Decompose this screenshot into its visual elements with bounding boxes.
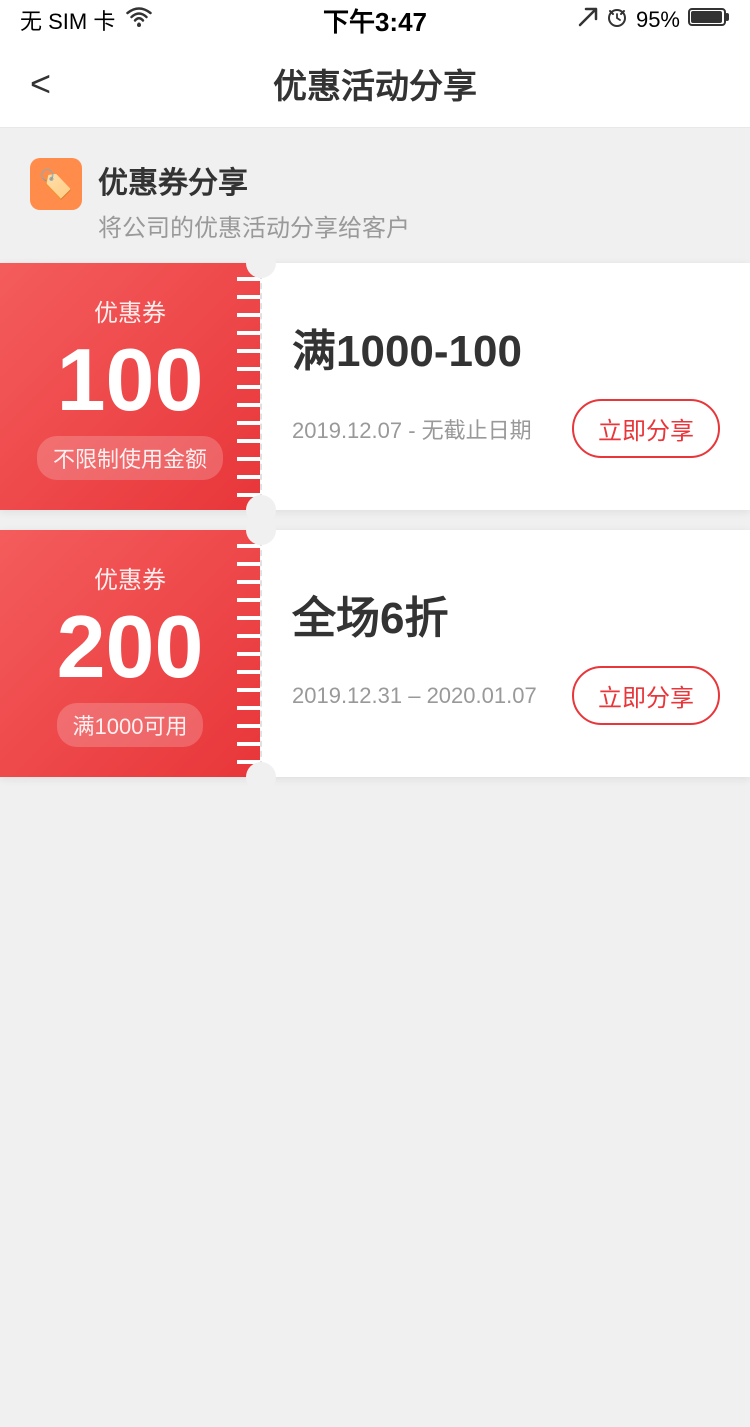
coupon-share-button-0[interactable]: 立即分享 [572,399,720,458]
wifi-icon [125,6,153,34]
section-text: 优惠券分享 将公司的优惠活动分享给客户 [98,158,410,243]
coupon-right-0: 满1000-100 2019.12.07 - 无截止日期 立即分享 [262,263,750,510]
coupon-left-1: 优惠券 200 满1000可用 [0,530,260,777]
coupon-emoji-icon: 🏷️ [39,168,74,201]
coupon-right-1: 全场6折 2019.12.31 – 2020.01.07 立即分享 [262,530,750,777]
section-description: 将公司的优惠活动分享给客户 [98,208,410,243]
coupon-label-0: 优惠券 [94,293,166,328]
coupon-title-0: 满1000-100 [292,315,720,379]
coupon-condition-0: 不限制使用金额 [37,436,223,480]
coupon-date-0: 2019.12.07 - 无截止日期 [292,413,532,445]
status-bar: 无 SIM 卡 下午3:47 95% [0,0,750,40]
section-icon: 🏷️ [30,158,82,210]
status-time: 下午3:47 [323,2,427,39]
back-button[interactable]: < [30,63,51,105]
coupon-amount-0: 100 [57,336,204,424]
alarm-icon [606,6,628,34]
coupon-divider-1 [260,530,262,777]
coupon-card: 优惠券 200 满1000可用 全场6折 2019.12.31 – 2020.0… [0,530,750,777]
nav-title: 优惠活动分享 [273,59,477,108]
coupon-card: 优惠券 100 不限制使用金额 满1000-100 2019.12.07 - 无… [0,263,750,510]
empty-area [0,827,750,1427]
location-icon [578,7,598,33]
coupon-share-button-1[interactable]: 立即分享 [572,666,720,725]
carrier-text: 无 SIM 卡 [20,4,115,36]
coupon-title-1: 全场6折 [292,582,720,646]
coupon-footer-1: 2019.12.31 – 2020.01.07 立即分享 [292,666,720,725]
battery-icon [688,6,730,34]
section-heading: 优惠券分享 [98,158,410,202]
coupon-label-1: 优惠券 [94,560,166,595]
coupon-amount-1: 200 [57,603,204,691]
coupon-footer-0: 2019.12.07 - 无截止日期 立即分享 [292,399,720,458]
coupon-divider-0 [260,263,262,510]
section-header: 🏷️ 优惠券分享 将公司的优惠活动分享给客户 [0,128,750,263]
nav-bar: < 优惠活动分享 [0,40,750,128]
coupon-date-1: 2019.12.31 – 2020.01.07 [292,683,537,709]
coupon-left-0: 优惠券 100 不限制使用金额 [0,263,260,510]
status-left: 无 SIM 卡 [20,4,153,36]
coupon-condition-1: 满1000可用 [57,703,204,747]
status-right: 95% [578,6,730,34]
battery-percent: 95% [636,7,680,33]
coupon-list: 优惠券 100 不限制使用金额 满1000-100 2019.12.07 - 无… [0,263,750,827]
